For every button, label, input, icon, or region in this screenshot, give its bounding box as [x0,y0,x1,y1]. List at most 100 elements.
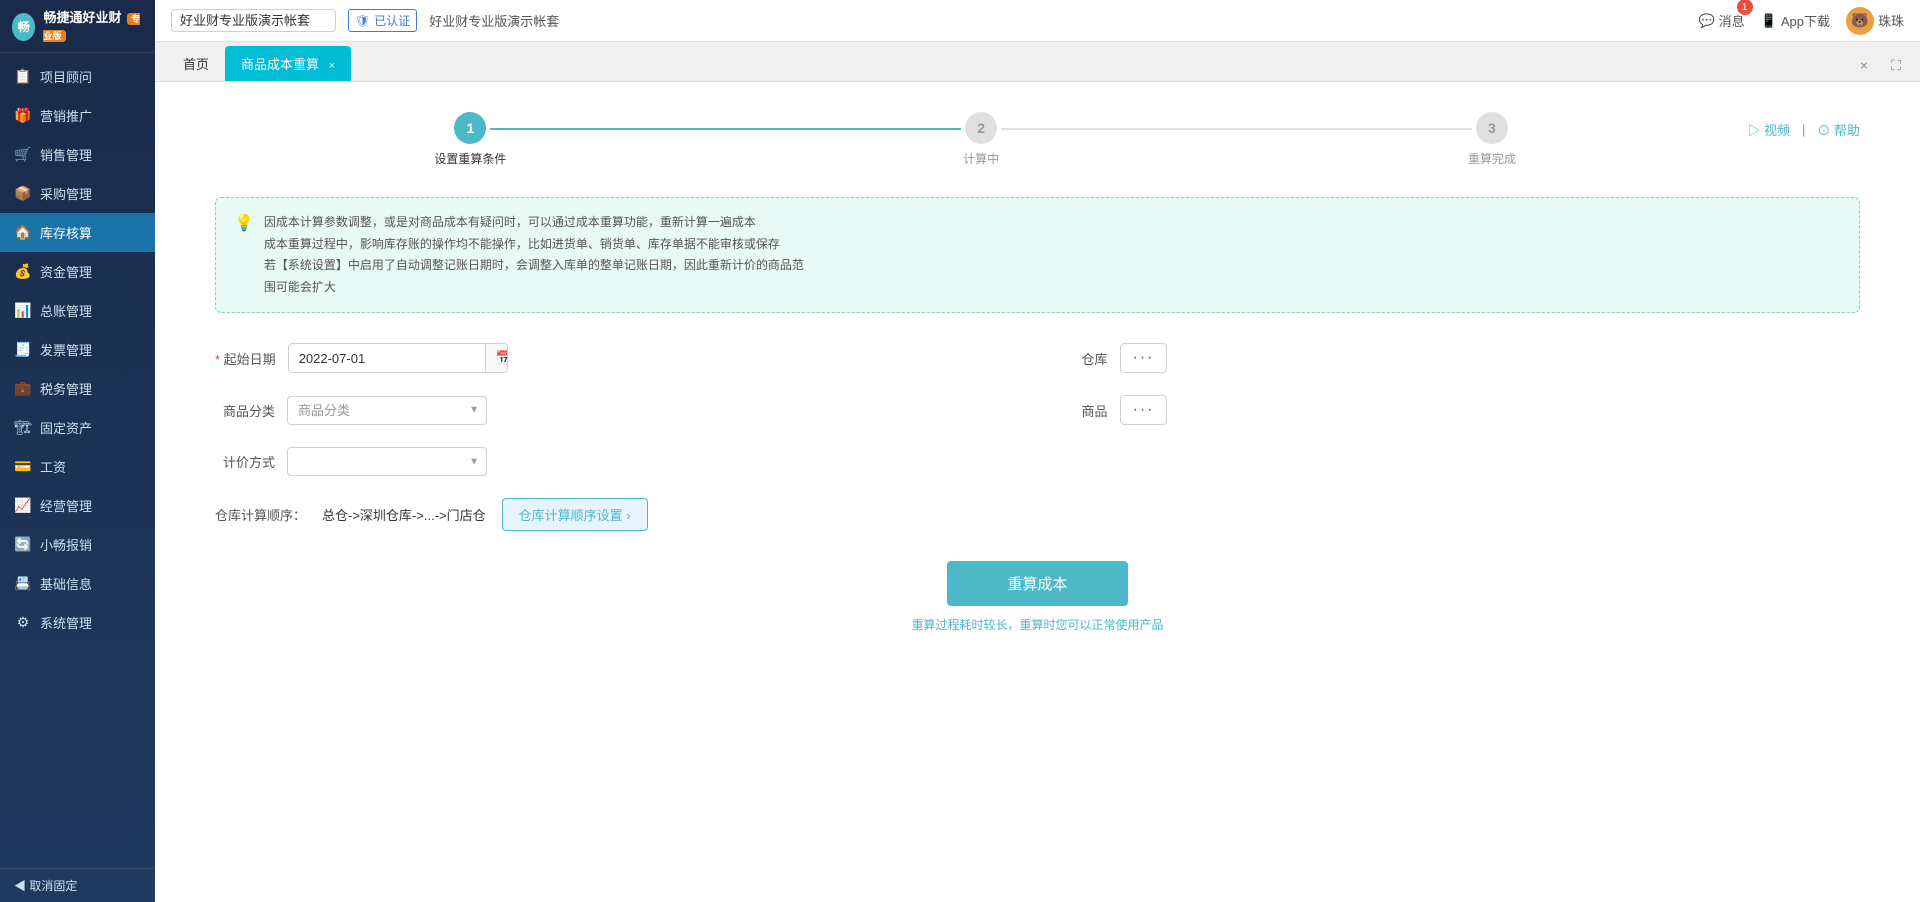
sidebar-item-invoice[interactable]: 🧾 发票管理 [0,330,155,369]
expand-window-btn[interactable]: ⛶ [1884,53,1908,77]
user-avatar-btn[interactable]: 🐻 珠珠 [1846,7,1904,35]
tab-label: 商品成本重算 [241,57,319,72]
form-group-product: 商品 ··· [1048,395,1861,425]
sidebar-item-label: 营销推广 [40,106,92,125]
warehouse-label: 仓库 [1048,349,1108,368]
topbar-right: 💬 消息 1 📱 App下载 🐻 珠珠 [1698,7,1904,35]
purchase-icon: 📦 [14,185,32,202]
sidebar-item-purchase[interactable]: 📦 采购管理 [0,174,155,213]
help-link[interactable]: ⊙ 帮助 [1817,120,1860,139]
step-3-circle: 3 [1476,112,1508,144]
info-icon: 💡 [234,213,254,298]
stepper-divider: | [1802,122,1805,137]
info-line2: 成本重算过程中，影响库存账的操作均不能操作，比如进货单、销货单、库存单据不能审核… [264,234,804,256]
info-content: 因成本计算参数调整，或是对商品成本有疑问时，可以通过成本重算功能，重新计算一遍成… [264,212,804,298]
sidebar-item-finance[interactable]: 💰 资金管理 [0,252,155,291]
marketing-icon: 🎁 [14,107,32,124]
verified-label: 已认证 [374,12,410,29]
sidebar-item-basic[interactable]: 📇 基础信息 [0,564,155,603]
calendar-icon[interactable]: 📅 [485,344,508,372]
form-group-pricing: 计价方式 ▼ [215,447,1028,476]
pricing-select-wrapper: ▼ [287,447,487,476]
sidebar-item-marketing[interactable]: 🎁 营销推广 [0,96,155,135]
sidebar-item-fixed[interactable]: 🏗 固定资产 [0,408,155,447]
sidebar-item-operation[interactable]: 📈 经营管理 [0,486,155,525]
close-window-btn[interactable]: × [1852,53,1876,77]
step-3-label: 重算完成 [1468,150,1516,167]
sidebar-item-label: 库存核算 [40,223,92,242]
tab-cost-recalc[interactable]: 商品成本重算 × [225,46,351,81]
form-group-warehouse: 仓库 ··· [1048,343,1861,373]
form-row-1: 起始日期 📅 仓库 ··· [215,343,1860,373]
finance-icon: 💰 [14,263,32,280]
tax-icon: 💼 [14,380,32,397]
app-download-btn[interactable]: 📱 App下载 [1761,11,1830,30]
sidebar-item-label: 小畅报销 [40,535,92,554]
stepper: 1 设置重算条件 2 计算中 3 重算完成 ▷ 视频 | [215,112,1860,167]
sidebar-item-label: 基础信息 [40,574,92,593]
sidebar-item-label: 总账管理 [40,301,92,320]
category-select-wrapper: 商品分类 ▼ [287,396,487,425]
step-2-label: 计算中 [963,150,999,167]
phone-icon: 📱 [1761,13,1777,29]
logo-icon: 畅 [12,13,35,41]
category-select[interactable]: 商品分类 [287,396,487,425]
pricing-select[interactable] [287,447,487,476]
start-date-input[interactable] [289,345,485,372]
step-2-circle: 2 [965,112,997,144]
sidebar-item-general[interactable]: 📊 总账管理 [0,291,155,330]
warehouse-order-btn-label: 仓库计算顺序设置 › [519,505,631,524]
stepper-help: ▷ 视频 | ⊙ 帮助 [1747,112,1860,139]
warehouse-order-label: 仓库计算顺序： [215,505,306,524]
sidebar-item-project[interactable]: 📋 项目顾问 [0,57,155,96]
shield-icon: 🛡 [355,14,370,28]
logo-title: 畅捷通好业财 专业版 [43,10,143,44]
sidebar-item-label: 项目顾问 [40,67,92,86]
recalc-tip: 重算过程耗时较长，重算时您可以正常使用产品 [911,616,1163,633]
general-icon: 📊 [14,302,32,319]
topbar: 好业财专业版演示帐套 🛡 已认证 好业财专业版演示帐套 💬 消息 1 📱 App… [155,0,1920,42]
account-select[interactable]: 好业财专业版演示帐套 [171,9,336,32]
message-btn[interactable]: 💬 消息 1 [1698,11,1744,30]
warehouse-select-btn[interactable]: ··· [1120,343,1168,373]
start-date-label: 起始日期 [215,349,276,368]
tab-close-icon[interactable]: × [329,60,335,72]
tabbar: 首页 商品成本重算 × × ⛶ [155,42,1920,82]
sidebar-item-expense[interactable]: 🔄 小畅报销 [0,525,155,564]
info-box: 💡 因成本计算参数调整，或是对商品成本有疑问时，可以通过成本重算功能，重新计算一… [215,197,1860,313]
step-2: 2 计算中 [726,112,1237,167]
video-link[interactable]: ▷ 视频 [1747,120,1790,139]
sidebar-menu: 📋 项目顾问 🎁 营销推广 🛒 销售管理 📦 采购管理 🏠 库存核算 💰 资金管… [0,53,155,868]
fixed-icon: 🏗 [14,419,32,436]
sidebar-item-label: 系统管理 [40,613,92,632]
operation-icon: 📈 [14,497,32,514]
info-line1: 因成本计算参数调整，或是对商品成本有疑问时，可以通过成本重算功能，重新计算一遍成… [264,212,804,234]
sidebar-item-tax[interactable]: 💼 税务管理 [0,369,155,408]
inventory-icon: 🏠 [14,224,32,241]
start-date-field[interactable]: 📅 [288,343,508,373]
recalc-section: 重算成本 重算过程耗时较长，重算时您可以正常使用产品 [215,561,1860,633]
sidebar-unpin[interactable]: ◀ 取消固定 [0,868,155,902]
unpin-label: ◀ 取消固定 [14,877,77,894]
sidebar-item-label: 工资 [40,457,66,476]
step-3: 3 重算完成 [1237,112,1748,167]
sidebar-item-salary[interactable]: 💳 工资 [0,447,155,486]
sidebar-item-sales[interactable]: 🛒 销售管理 [0,135,155,174]
info-line4: 围可能会扩大 [264,277,804,299]
recalc-button[interactable]: 重算成本 [947,561,1127,606]
form-row-3: 计价方式 ▼ [215,447,1860,476]
pricing-label: 计价方式 [215,452,275,471]
product-select-btn[interactable]: ··· [1120,395,1168,425]
sidebar-item-system[interactable]: ⚙ 系统管理 [0,603,155,642]
user-name: 珠珠 [1878,11,1904,30]
sidebar-item-inventory[interactable]: 🏠 库存核算 [0,213,155,252]
product-label: 商品 [1048,401,1108,420]
sales-icon: 🛒 [14,146,32,163]
category-label: 商品分类 [215,401,275,420]
form-group-date: 起始日期 📅 [215,343,1028,373]
tab-home[interactable]: 首页 [167,46,225,81]
warehouse-order-settings-btn[interactable]: 仓库计算顺序设置 › [502,498,648,531]
step-1-label: 设置重算条件 [434,150,506,167]
salary-icon: 💳 [14,458,32,475]
step-1: 1 设置重算条件 [215,112,726,167]
